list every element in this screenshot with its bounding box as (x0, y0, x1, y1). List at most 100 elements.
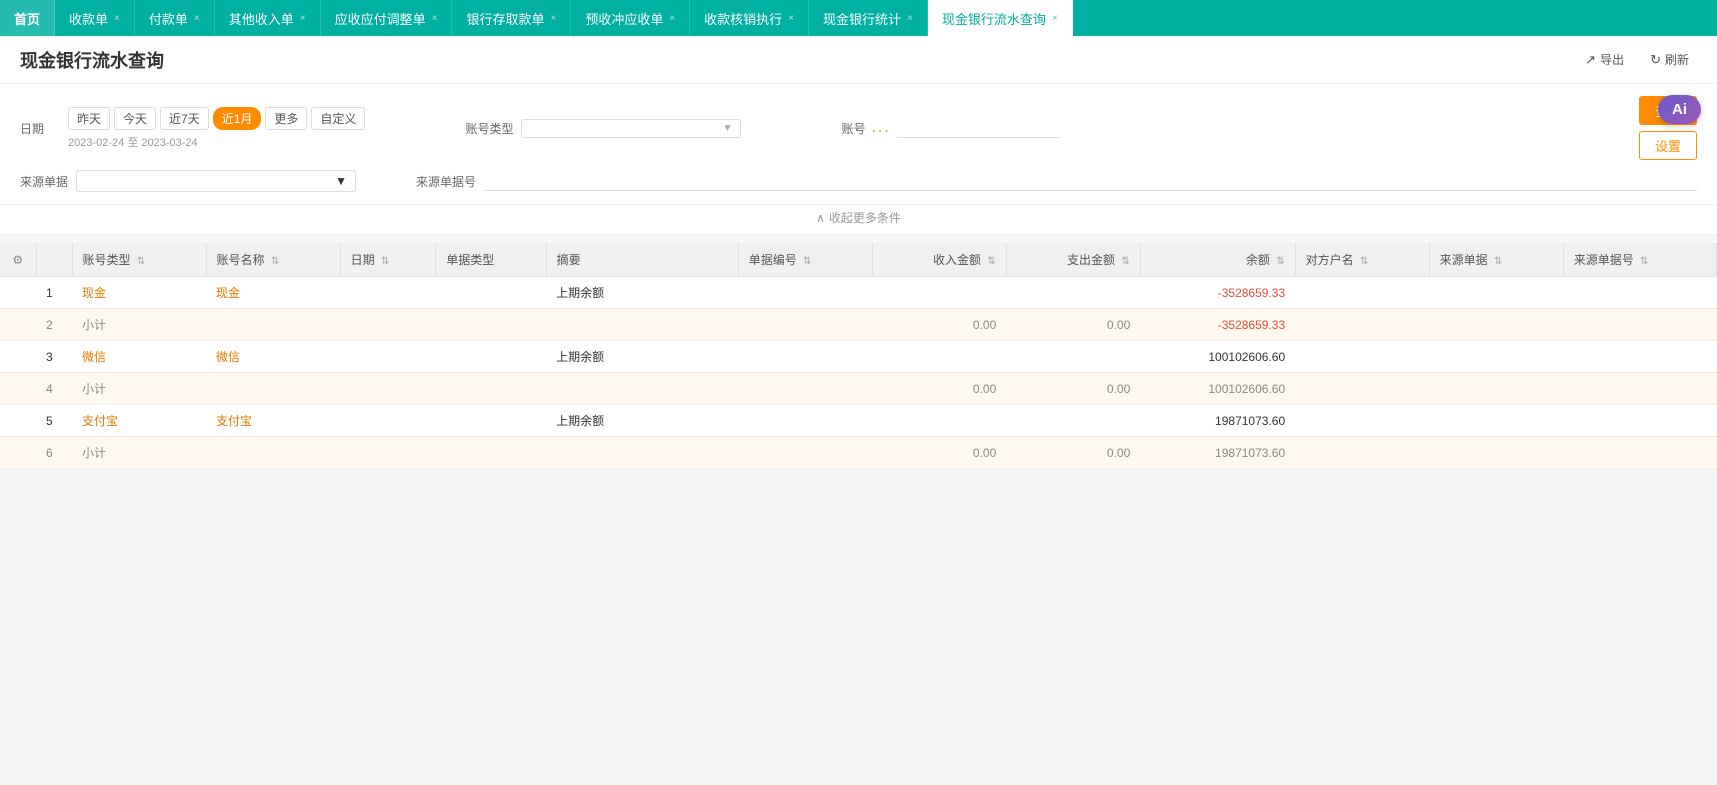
refresh-button[interactable]: ↻ 刷新 (1642, 47, 1697, 72)
page-title: 现金银行流水查询 (20, 47, 164, 73)
table-cell: 19871073.60 (1140, 437, 1295, 469)
nav-item-bank-deposit[interactable]: 银行存取款单 × (452, 0, 571, 36)
sort-icon: ⇅ (1494, 256, 1502, 267)
sort-icon: ⇅ (1276, 256, 1284, 267)
table-cell (206, 373, 340, 405)
table-cell (340, 309, 436, 341)
table-cell (1563, 373, 1716, 405)
nav-item-cash-flow-query[interactable]: 现金银行流水查询 × (928, 0, 1073, 36)
column-account-name[interactable]: 账号名称 ⇅ (206, 243, 340, 277)
collapse-label: 收起更多条件 (829, 209, 901, 226)
account-type-select[interactable]: ▼ (521, 119, 741, 138)
table-cell: 0.00 (1006, 373, 1140, 405)
table-cell: 0.00 (1006, 309, 1140, 341)
table-cell: 微信 (72, 341, 206, 373)
close-icon[interactable]: × (194, 13, 200, 24)
settings-button[interactable]: 设置 (1639, 131, 1697, 160)
account-dots-button[interactable]: ... (871, 119, 890, 137)
column-income[interactable]: 收入金额 ⇅ (872, 243, 1006, 277)
close-icon[interactable]: × (300, 13, 306, 24)
date-label: 日期 (20, 120, 60, 137)
column-doc-no[interactable]: 单据编号 ⇅ (738, 243, 872, 277)
nav-item-ar-ap-adjust[interactable]: 应收应付调整单 × (321, 0, 453, 36)
table-cell: 小计 (72, 437, 206, 469)
nav-item-cash-stats[interactable]: 现金银行统计 × (809, 0, 928, 36)
chevron-down-icon-2: ▼ (335, 174, 347, 188)
close-icon[interactable]: × (432, 13, 438, 24)
source-num-input[interactable] (484, 172, 1697, 191)
nav-label-payment: 付款单 (149, 9, 188, 28)
table-cell (1429, 341, 1563, 373)
column-counterpart[interactable]: 对方户名 ⇅ (1295, 243, 1429, 277)
table-cell: 2 (36, 309, 72, 341)
account-input[interactable] (897, 119, 1060, 138)
filter-row-1: 日期 昨天 今天 近7天 近1月 更多 自定义 2023-02-24 至 202… (20, 96, 1697, 160)
page-header: 现金银行流水查询 ↗ 导出 ↻ 刷新 (0, 36, 1717, 84)
date-btn-1month[interactable]: 近1月 (213, 107, 262, 130)
nav-label-prepay-offset: 预收冲应收单 (585, 9, 663, 28)
table-cell: -3528659.33 (1140, 309, 1295, 341)
filter-area: 日期 昨天 今天 近7天 近1月 更多 自定义 2023-02-24 至 202… (0, 84, 1717, 205)
table-cell (546, 309, 738, 341)
nav-label-other-income: 其他收入单 (229, 9, 294, 28)
account-type-filter-group: 账号类型 ▼ (465, 119, 741, 138)
column-balance[interactable]: 余额 ⇅ (1140, 243, 1295, 277)
column-summary[interactable]: 摘要 (546, 243, 738, 277)
table-cell (0, 437, 36, 469)
table-cell: 小计 (72, 373, 206, 405)
table-cell (436, 309, 546, 341)
table-cell: 3 (36, 341, 72, 373)
close-icon[interactable]: × (114, 13, 120, 24)
table-cell: 上期余额 (546, 341, 738, 373)
close-icon[interactable]: × (788, 13, 794, 24)
table-cell (436, 373, 546, 405)
table-cell: 5 (36, 405, 72, 437)
nav-item-writeoff[interactable]: 收款核销执行 × (690, 0, 809, 36)
table-cell (436, 277, 546, 309)
nav-item-prepay-offset[interactable]: 预收冲应收单 × (571, 0, 690, 36)
account-label: 账号 (841, 120, 865, 137)
close-icon[interactable]: × (669, 13, 675, 24)
export-button[interactable]: ↗ 导出 (1577, 47, 1632, 72)
column-date[interactable]: 日期 ⇅ (340, 243, 436, 277)
source-doc-select[interactable]: ▼ (76, 170, 356, 192)
source-doc-label: 来源单据 (20, 173, 68, 190)
table-cell (1563, 309, 1716, 341)
nav-item-other-income[interactable]: 其他收入单 × (215, 0, 321, 36)
table-cell: 0.00 (872, 309, 1006, 341)
table-cell: 0.00 (872, 373, 1006, 405)
column-account-type[interactable]: 账号类型 ⇅ (72, 243, 206, 277)
table-row: 3微信微信上期余额100102606.60 (0, 341, 1717, 373)
date-filter-group: 日期 昨天 今天 近7天 近1月 更多 自定义 2023-02-24 至 202… (20, 107, 365, 150)
table-cell (738, 373, 872, 405)
date-btn-custom[interactable]: 自定义 (311, 107, 365, 130)
date-btn-today[interactable]: 今天 (114, 107, 156, 130)
table-cell: 小计 (72, 309, 206, 341)
refresh-label: 刷新 (1665, 51, 1689, 68)
table-cell: 1 (36, 277, 72, 309)
ai-badge[interactable]: Ai (1658, 95, 1701, 124)
close-icon[interactable]: × (1052, 13, 1058, 24)
collapse-button[interactable]: ∧ 收起更多条件 (816, 209, 901, 226)
nav-item-home[interactable]: 首页 (0, 0, 55, 36)
column-settings[interactable]: ⚙ (0, 243, 36, 277)
column-expense[interactable]: 支出金额 ⇅ (1006, 243, 1140, 277)
nav-item-payment[interactable]: 付款单 × (135, 0, 215, 36)
table-cell: 支付宝 (206, 405, 340, 437)
table-cell: -3528659.33 (1140, 277, 1295, 309)
column-source-doc[interactable]: 来源单据 ⇅ (1429, 243, 1563, 277)
date-btn-yesterday[interactable]: 昨天 (68, 107, 110, 130)
sort-icon: ⇅ (137, 256, 145, 267)
close-icon[interactable]: × (907, 13, 913, 24)
nav-item-receipt[interactable]: 收款单 × (55, 0, 135, 36)
column-doc-type[interactable]: 单据类型 (436, 243, 546, 277)
date-btn-more[interactable]: 更多 (265, 107, 307, 130)
date-btn-7days[interactable]: 近7天 (160, 107, 209, 130)
close-icon[interactable]: × (550, 13, 556, 24)
column-source-no[interactable]: 来源单据号 ⇅ (1563, 243, 1716, 277)
nav-label-writeoff: 收款核销执行 (704, 9, 782, 28)
table-cell (1563, 437, 1716, 469)
table-cell (1429, 437, 1563, 469)
header-actions: ↗ 导出 ↻ 刷新 (1577, 47, 1697, 72)
sort-icon: ⇅ (381, 256, 389, 267)
